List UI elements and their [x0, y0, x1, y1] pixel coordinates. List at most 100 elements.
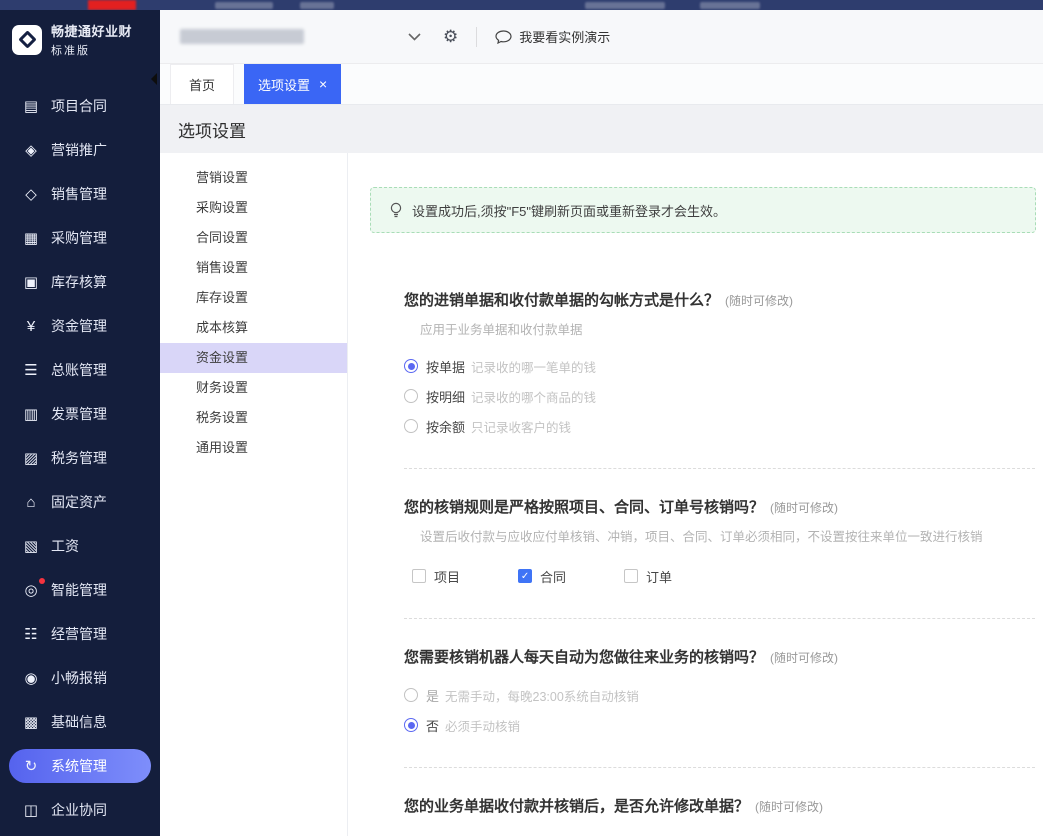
- operations-icon: ☷: [24, 626, 38, 643]
- sidebar-item-label: 系统管理: [51, 758, 107, 774]
- tab-home[interactable]: 首页: [170, 64, 235, 104]
- sidebar-item-label: 企业协同: [51, 802, 107, 818]
- settings-nav-sales[interactable]: 销售设置: [160, 253, 347, 283]
- sidebar-item-payroll[interactable]: ▧ 工资: [0, 524, 160, 568]
- checkbox-option-project[interactable]: 项目: [412, 561, 460, 591]
- reimburse-icon: ◉: [24, 670, 38, 687]
- smart-icon: ◎: [22, 578, 45, 599]
- close-icon[interactable]: ×: [319, 76, 327, 92]
- sidebar-nav: ▤ 项目合同 ◈ 营销推广 ◇ 销售管理 ▦ 采购管理 ▣ 库存核算 ¥ 资金管…: [0, 84, 160, 832]
- radio-option-no[interactable]: 否 必须手动核销: [404, 710, 1035, 740]
- top-strip-fragment: [585, 2, 665, 9]
- radio-option-by-detail[interactable]: 按明细 记录收的哪个商品的钱: [404, 381, 1035, 411]
- contract-icon: ▤: [23, 98, 39, 115]
- company-selector[interactable]: [180, 29, 421, 44]
- sidebar-item-operations-management[interactable]: ☷ 经营管理: [0, 612, 160, 656]
- question-note: (随时可修改): [770, 501, 839, 515]
- radio-option-yes[interactable]: 是 无需手动，每晚23:00系统自动核销: [404, 680, 1035, 710]
- tab-options-settings[interactable]: 选项设置 ×: [244, 64, 342, 104]
- checkbox-checked[interactable]: [518, 569, 533, 583]
- sidebar-item-system-management[interactable]: ↻ 系统管理: [9, 749, 151, 783]
- sidebar-item-basic-info[interactable]: ▩ 基础信息: [0, 700, 160, 744]
- settings-nav-tax[interactable]: 税务设置: [160, 403, 347, 433]
- question-subtitle: 应用于业务单据和收付款单据: [420, 323, 583, 337]
- radio-button-selected[interactable]: [404, 718, 418, 732]
- question-auto-writeoff-robot: 您需要核销机器人每天自动为您做往来业务的核销吗？ (随时可修改) 是 无需手动，每…: [404, 646, 1035, 740]
- sidebar-item-project-contract[interactable]: ▤ 项目合同: [0, 84, 160, 128]
- settings-nav-contract[interactable]: 合同设置: [160, 223, 347, 253]
- checkbox-group: 项目 合同 订单: [412, 561, 1035, 591]
- radio-button[interactable]: [404, 688, 418, 702]
- settings-nav-finance[interactable]: 财务设置: [160, 373, 347, 403]
- top-header-bar: ⚙ 我要看实例演示: [160, 10, 1043, 64]
- sidebar-item-label: 智能管理: [51, 582, 107, 598]
- demo-link-label: 我要看实例演示: [519, 30, 611, 45]
- option-desc: 必须手动核销: [445, 719, 521, 734]
- option-group: 是 无需手动，每晚23:00系统自动核销 否 必须手动核销: [404, 680, 1035, 740]
- option-label: 订单: [646, 569, 673, 585]
- settings-nav-marketing[interactable]: 营销设置: [160, 163, 347, 193]
- checkbox[interactable]: [412, 569, 426, 583]
- success-notice-banner: 设置成功后,须按"F5"键刷新页面或重新登录才会生效。: [370, 187, 1036, 233]
- gear-icon[interactable]: ⚙: [443, 28, 458, 45]
- checkbox[interactable]: [624, 569, 639, 583]
- settings-nav-general[interactable]: 通用设置: [160, 433, 347, 463]
- top-strip-fragment: [215, 2, 273, 9]
- radio-button[interactable]: [404, 419, 418, 433]
- settings-nav-cost-accounting[interactable]: 成本核算: [160, 313, 347, 343]
- ledger-icon: ☰: [24, 362, 38, 379]
- brand-logo-icon: [12, 24, 42, 55]
- radio-button-selected[interactable]: [404, 359, 418, 373]
- radio-button[interactable]: [404, 389, 418, 403]
- option-label: 按明细: [426, 389, 466, 405]
- sidebar-item-tax-management[interactable]: ▨ 税务管理: [0, 436, 160, 480]
- sidebar-item-enterprise-collaboration[interactable]: ◫ 企业协同: [0, 788, 160, 832]
- question-bookkeeping-method: 您的进销单据和收付款单据的勾帐方式是什么？ (随时可修改) 应用于业务单据和收付款…: [404, 289, 1035, 441]
- question-title: 您的进销单据和收付款单据的勾帐方式是什么？: [404, 292, 720, 309]
- collaboration-icon: ◫: [23, 802, 39, 819]
- sidebar-item-sales-management[interactable]: ◇ 销售管理: [0, 172, 160, 216]
- option-group: 不允许修改 在弃审、修改和删除单据时，根据弹窗提示打开对应的收付款单，取消核销后…: [404, 829, 1035, 836]
- radio-option-by-balance[interactable]: 按余额 只记录收客户的钱: [404, 411, 1035, 441]
- question-title: 您需要核销机器人每天自动为您做往来业务的核销吗？: [404, 649, 765, 666]
- sidebar-collapse-button[interactable]: [145, 73, 157, 85]
- option-desc: 记录收的哪一笔单的钱: [471, 360, 597, 375]
- tab-label: 选项设置: [258, 77, 311, 93]
- option-desc: 只记录收客户的钱: [471, 420, 572, 435]
- notice-text: 设置成功后,须按"F5"键刷新页面或重新登录才会生效。: [412, 203, 727, 219]
- sidebar-item-purchase-management[interactable]: ▦ 采购管理: [0, 216, 160, 260]
- sidebar-item-reimbursement[interactable]: ◉ 小畅报销: [0, 656, 160, 700]
- sidebar-item-label: 项目合同: [51, 98, 107, 114]
- question-allow-edit-after-writeoff: 您的业务单据收付款并核销后，是否允许修改单据？ (随时可修改) 不允许修改 在弃审…: [404, 795, 1035, 836]
- sidebar-item-fixed-assets[interactable]: ⌂ 固定资产: [0, 480, 160, 524]
- demo-link[interactable]: 我要看实例演示: [495, 27, 610, 46]
- radio-option-disallow-edit[interactable]: 不允许修改 在弃审、修改和删除单据时，根据弹窗提示打开对应的收付款单，取消核销后…: [404, 829, 1035, 836]
- checkbox-option-order[interactable]: 订单: [624, 561, 672, 591]
- option-label: 合同: [540, 569, 567, 585]
- settings-panel: 设置成功后,须按"F5"键刷新页面或重新登录才会生效。 您的进销单据和收付款单据…: [348, 153, 1043, 836]
- question-writeoff-rule: 您的核销规则是严格按照项目、合同、订单号核销吗？ (随时可修改) 设置后收付款与应…: [404, 496, 1035, 591]
- question-title: 您的核销规则是严格按照项目、合同、订单号核销吗？: [404, 499, 765, 516]
- sidebar-item-inventory-accounting[interactable]: ▣ 库存核算: [0, 260, 160, 304]
- redacted-red-block: [88, 0, 136, 10]
- radio-option-by-bill[interactable]: 按单据 记录收的哪一笔单的钱: [404, 351, 1035, 381]
- sidebar-item-marketing-promotion[interactable]: ◈ 营销推广: [0, 128, 160, 172]
- settings-nav-inventory[interactable]: 库存设置: [160, 283, 347, 313]
- browser-top-strip: [0, 0, 1043, 10]
- dashed-divider: [404, 767, 1035, 768]
- sidebar-item-general-ledger[interactable]: ☰ 总账管理: [0, 348, 160, 392]
- invoice-icon: ▥: [23, 406, 39, 423]
- sidebar-item-smart-management[interactable]: ◎ 智能管理: [0, 568, 160, 612]
- chevron-down-icon: [408, 32, 421, 41]
- option-desc: 记录收的哪个商品的钱: [471, 390, 597, 405]
- question-note: (随时可修改): [725, 294, 794, 308]
- funds-icon: ¥: [26, 317, 36, 335]
- settings-nav-purchase[interactable]: 采购设置: [160, 193, 347, 223]
- sidebar-item-label: 总账管理: [51, 362, 107, 378]
- checkbox-option-contract[interactable]: 合同: [518, 561, 566, 591]
- sidebar-item-funds-management[interactable]: ¥ 资金管理: [0, 304, 160, 348]
- top-strip-fragment: [700, 2, 760, 9]
- sidebar-item-invoice-management[interactable]: ▥ 发票管理: [0, 392, 160, 436]
- page-title-bar: 选项设置: [160, 105, 1043, 153]
- settings-nav-funds[interactable]: 资金设置: [160, 343, 347, 373]
